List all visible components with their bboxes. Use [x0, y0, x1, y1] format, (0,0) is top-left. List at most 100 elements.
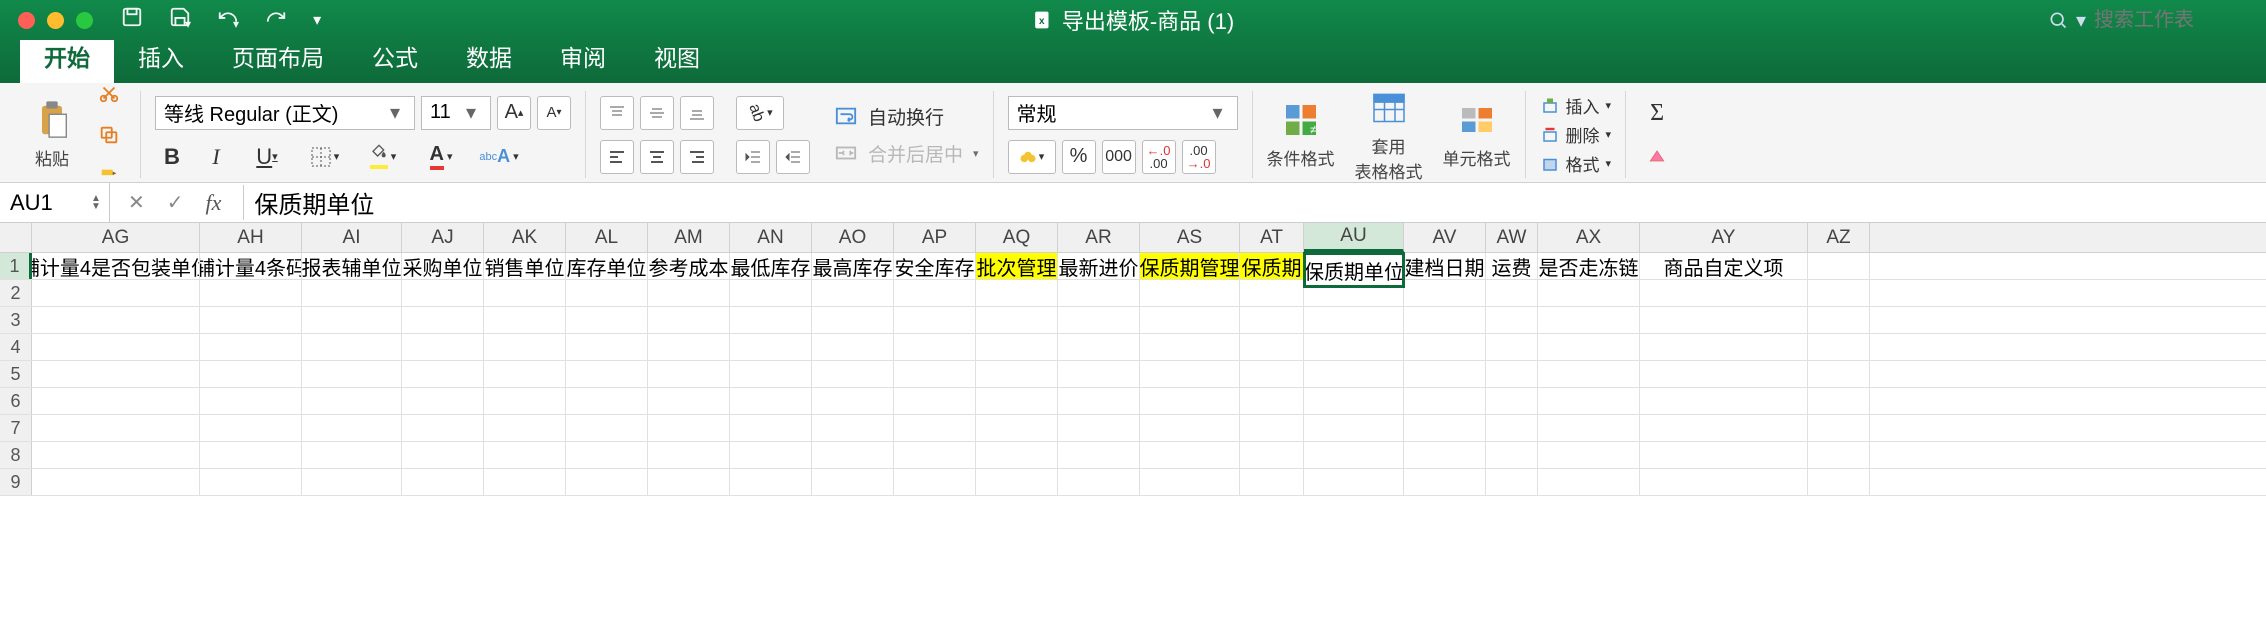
cell-AV4[interactable]: [1404, 334, 1486, 360]
table-format-button[interactable]: 套用 表格格式: [1355, 87, 1423, 183]
redo-icon[interactable]: [265, 6, 287, 34]
cell-AZ8[interactable]: [1808, 442, 1870, 468]
cell-AT8[interactable]: [1240, 442, 1304, 468]
align-bottom-button[interactable]: [680, 96, 714, 130]
phonetic-button[interactable]: abcA▾: [475, 140, 523, 174]
row-header-1[interactable]: 1: [0, 253, 32, 279]
cell-AG9[interactable]: [32, 469, 200, 495]
cell-AL7[interactable]: [566, 415, 648, 441]
column-header-AH[interactable]: AH: [200, 223, 302, 252]
cell-AL5[interactable]: [566, 361, 648, 387]
save-icon[interactable]: ▾: [169, 6, 191, 34]
column-header-AZ[interactable]: AZ: [1808, 223, 1870, 252]
cell-AU6[interactable]: [1304, 388, 1404, 414]
font-size-select[interactable]: 11▾: [421, 96, 491, 130]
row-header-2[interactable]: 2: [0, 280, 32, 306]
cell-AO7[interactable]: [812, 415, 894, 441]
cell-AK5[interactable]: [484, 361, 566, 387]
row-header-4[interactable]: 4: [0, 334, 32, 360]
cell-AN6[interactable]: [730, 388, 812, 414]
cell-AM4[interactable]: [648, 334, 730, 360]
spreadsheet-grid[interactable]: AGAHAIAJAKALAMANAOAPAQARASATAUAVAWAXAYAZ…: [0, 223, 2266, 496]
cell-AK9[interactable]: [484, 469, 566, 495]
bold-button[interactable]: B: [155, 140, 189, 174]
cell-AN4[interactable]: [730, 334, 812, 360]
row-header-9[interactable]: 9: [0, 469, 32, 495]
increase-decimal-button[interactable]: ←.0.00: [1142, 140, 1176, 174]
cell-AT3[interactable]: [1240, 307, 1304, 333]
cell-AV8[interactable]: [1404, 442, 1486, 468]
cell-AY1[interactable]: 商品自定义项: [1640, 253, 1808, 279]
cell-AK2[interactable]: [484, 280, 566, 306]
cell-AL1[interactable]: 库存单位: [566, 253, 648, 279]
cell-AM6[interactable]: [648, 388, 730, 414]
cell-AX1[interactable]: 是否走冻链: [1538, 253, 1640, 279]
cell-AR7[interactable]: [1058, 415, 1140, 441]
cell-AR9[interactable]: [1058, 469, 1140, 495]
cell-AG5[interactable]: [32, 361, 200, 387]
cell-AM1[interactable]: 参考成本: [648, 253, 730, 279]
enter-formula-button[interactable]: ✓: [167, 190, 184, 215]
cell-AW7[interactable]: [1486, 415, 1538, 441]
cell-AK1[interactable]: 销售单位: [484, 253, 566, 279]
cell-AO9[interactable]: [812, 469, 894, 495]
cell-AV3[interactable]: [1404, 307, 1486, 333]
cell-AW5[interactable]: [1486, 361, 1538, 387]
cell-AN9[interactable]: [730, 469, 812, 495]
cell-AY2[interactable]: [1640, 280, 1808, 306]
cell-AJ1[interactable]: 采购单位: [402, 253, 484, 279]
row-header-5[interactable]: 5: [0, 361, 32, 387]
format-cells-button[interactable]: 格式▾: [1540, 151, 1612, 176]
cell-AY5[interactable]: [1640, 361, 1808, 387]
cell-AM7[interactable]: [648, 415, 730, 441]
cell-AH1[interactable]: 辅计量4条码: [200, 253, 302, 279]
cell-AU7[interactable]: [1304, 415, 1404, 441]
column-header-AQ[interactable]: AQ: [976, 223, 1058, 252]
paste-button[interactable]: 粘贴: [20, 99, 84, 170]
cell-AV5[interactable]: [1404, 361, 1486, 387]
autosum-button[interactable]: Σ: [1640, 97, 1674, 131]
cell-AY7[interactable]: [1640, 415, 1808, 441]
cell-AP8[interactable]: [894, 442, 976, 468]
select-all-button[interactable]: [0, 223, 32, 252]
cell-AZ7[interactable]: [1808, 415, 1870, 441]
cell-AO8[interactable]: [812, 442, 894, 468]
cell-AM9[interactable]: [648, 469, 730, 495]
cell-AG8[interactable]: [32, 442, 200, 468]
cell-AX7[interactable]: [1538, 415, 1640, 441]
cell-AK7[interactable]: [484, 415, 566, 441]
namebox-down[interactable]: ▼: [91, 203, 101, 211]
cell-AX3[interactable]: [1538, 307, 1640, 333]
conditional-format-button[interactable]: ≠ 条件格式: [1267, 99, 1335, 170]
column-header-AT[interactable]: AT: [1240, 223, 1304, 252]
cell-AZ3[interactable]: [1808, 307, 1870, 333]
font-color-button[interactable]: A▾: [417, 140, 465, 174]
cell-AS1[interactable]: 保质期管理: [1140, 253, 1240, 279]
cell-AY3[interactable]: [1640, 307, 1808, 333]
cell-AQ6[interactable]: [976, 388, 1058, 414]
cell-AV9[interactable]: [1404, 469, 1486, 495]
cell-AS4[interactable]: [1140, 334, 1240, 360]
cell-AL8[interactable]: [566, 442, 648, 468]
cell-AX9[interactable]: [1538, 469, 1640, 495]
cell-AG3[interactable]: [32, 307, 200, 333]
undo-icon[interactable]: ▾: [217, 6, 239, 34]
cell-AJ8[interactable]: [402, 442, 484, 468]
cell-AG4[interactable]: [32, 334, 200, 360]
cell-AS9[interactable]: [1140, 469, 1240, 495]
cell-AU1[interactable]: 保质期单位: [1304, 253, 1404, 287]
increase-font-button[interactable]: A▴: [497, 96, 531, 130]
cell-AS3[interactable]: [1140, 307, 1240, 333]
cell-AJ3[interactable]: [402, 307, 484, 333]
cell-AI2[interactable]: [302, 280, 402, 306]
cell-AQ8[interactable]: [976, 442, 1058, 468]
name-box[interactable]: AU1 ▲▼: [0, 183, 110, 222]
cell-AW9[interactable]: [1486, 469, 1538, 495]
cell-AU3[interactable]: [1304, 307, 1404, 333]
align-center-button[interactable]: [640, 140, 674, 174]
cell-AU5[interactable]: [1304, 361, 1404, 387]
cell-AQ7[interactable]: [976, 415, 1058, 441]
cell-AJ4[interactable]: [402, 334, 484, 360]
cell-AW8[interactable]: [1486, 442, 1538, 468]
column-header-AY[interactable]: AY: [1640, 223, 1808, 252]
